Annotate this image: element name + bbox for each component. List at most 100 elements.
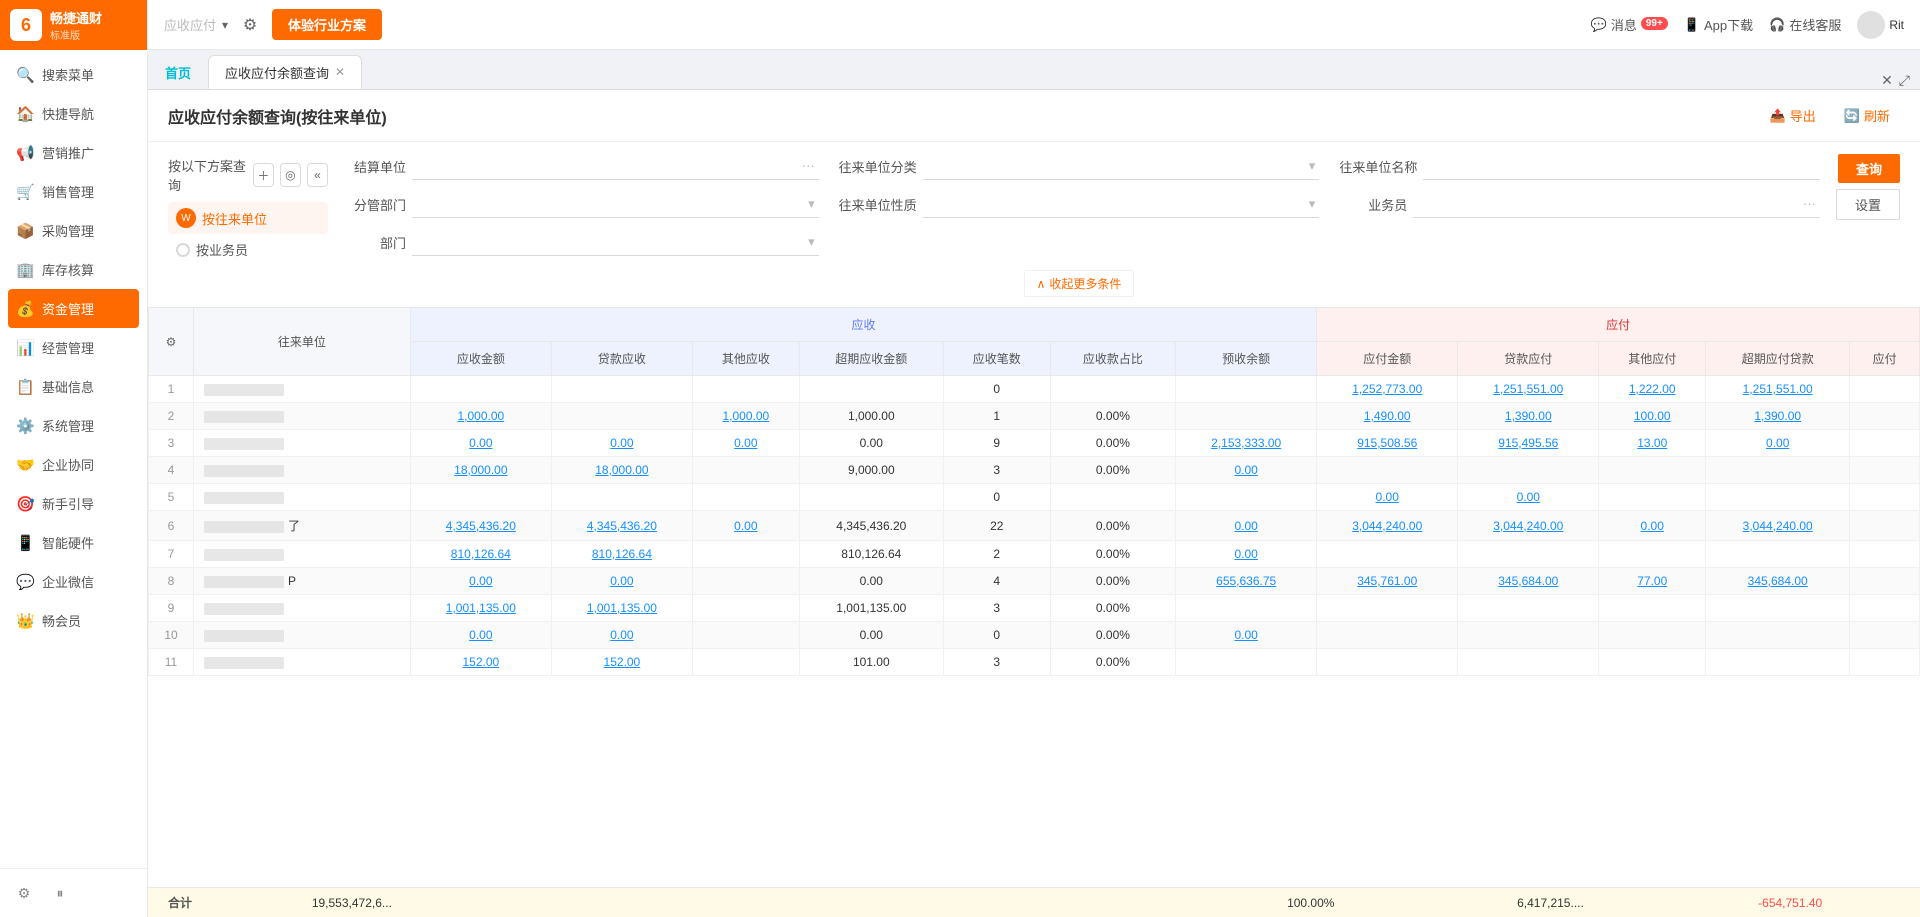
table-cell[interactable]: 1,000.00 bbox=[692, 403, 799, 430]
table-cell[interactable]: 0.00 bbox=[1176, 622, 1317, 649]
sidebar-item-hardware[interactable]: 📱 智能硬件 bbox=[0, 523, 147, 562]
sidebar-item-quicknav[interactable]: 🏠 快捷导航 bbox=[0, 94, 147, 133]
query-option-by-unit[interactable]: W 按往来单位 bbox=[168, 202, 328, 234]
table-cell[interactable]: 1,000.00 bbox=[410, 403, 551, 430]
table-cell[interactable]: 0.00 bbox=[1317, 484, 1458, 511]
table-cell: 101.00 bbox=[799, 649, 943, 676]
filter-add-btn[interactable]: ＋ bbox=[253, 163, 274, 187]
field-bumen-select[interactable]: ▾ bbox=[412, 228, 819, 256]
tab-receivables[interactable]: 应收应付余额查询 ✕ bbox=[208, 55, 362, 89]
refresh-button[interactable]: 🔄 刷新 bbox=[1834, 102, 1900, 129]
query-button[interactable]: 查询 bbox=[1838, 154, 1900, 183]
table-cell[interactable]: 1,390.00 bbox=[1706, 403, 1850, 430]
user-info[interactable]: Rit bbox=[1857, 11, 1904, 39]
sidebar-item-enterprise[interactable]: 🤝 企业协同 bbox=[0, 445, 147, 484]
table-cell[interactable]: 13.00 bbox=[1599, 430, 1706, 457]
header-message[interactable]: 💬 消息 99+ bbox=[1591, 15, 1668, 34]
th-yf-extra: 应付 bbox=[1850, 342, 1920, 376]
table-cell[interactable]: 1,251,551.00 bbox=[1706, 376, 1850, 403]
filter-back-btn[interactable]: « bbox=[307, 163, 328, 187]
table-cell[interactable]: 2,153,333.00 bbox=[1176, 430, 1317, 457]
table-cell[interactable]: 0.00 bbox=[551, 568, 692, 595]
query-option-by-staff[interactable]: 按业务员 bbox=[168, 234, 328, 265]
table-cell[interactable]: 1,490.00 bbox=[1317, 403, 1458, 430]
table-cell[interactable]: 0.00 bbox=[692, 511, 799, 541]
table-cell[interactable]: 0.00 bbox=[1706, 430, 1850, 457]
table-cell[interactable]: 18,000.00 bbox=[551, 457, 692, 484]
sidebar-item-finance[interactable]: 💰 资金管理 bbox=[8, 289, 139, 328]
table-cell[interactable]: 915,508.56 bbox=[1317, 430, 1458, 457]
field-jiesuan-input[interactable]: ··· bbox=[412, 152, 819, 180]
sidebar-item-guide[interactable]: 🎯 新手引导 bbox=[0, 484, 147, 523]
sidebar-item-system[interactable]: ⚙️ 系统管理 bbox=[0, 406, 147, 445]
table-cell[interactable]: 0.00 bbox=[1176, 457, 1317, 484]
sidebar-item-operations[interactable]: 📊 经营管理 bbox=[0, 328, 147, 367]
table-cell[interactable]: 100.00 bbox=[1599, 403, 1706, 430]
promo-button[interactable]: 体验行业方案 bbox=[272, 9, 382, 40]
sidebar-item-search[interactable]: 🔍 搜索菜单 bbox=[0, 55, 147, 94]
table-cell[interactable]: 0.00 bbox=[410, 622, 551, 649]
table-cell[interactable]: 0.00 bbox=[1458, 484, 1599, 511]
sidebar-item-purchase[interactable]: 📦 采购管理 bbox=[0, 211, 147, 250]
table-cell[interactable]: 345,684.00 bbox=[1458, 568, 1599, 595]
table-cell[interactable]: 3,044,240.00 bbox=[1706, 511, 1850, 541]
table-cell[interactable]: 0.00 bbox=[692, 430, 799, 457]
sidebar-label-basic: 基础信息 bbox=[42, 377, 94, 396]
table-cell[interactable]: 4,345,436.20 bbox=[410, 511, 551, 541]
table-cell[interactable]: 655,636.75 bbox=[1176, 568, 1317, 595]
field-wanglai-cat-select[interactable]: ▾ bbox=[923, 152, 1320, 180]
table-cell[interactable]: 0.00 bbox=[410, 430, 551, 457]
header-app-download[interactable]: 📱 App下载 bbox=[1684, 15, 1753, 34]
table-cell[interactable]: 1,251,551.00 bbox=[1458, 376, 1599, 403]
table-cell[interactable]: 0.00 bbox=[551, 430, 692, 457]
sidebar-item-marketing[interactable]: 📢 营销推广 bbox=[0, 133, 147, 172]
table-cell[interactable]: 810,126.64 bbox=[551, 541, 692, 568]
table-cell[interactable]: 1,001,135.00 bbox=[551, 595, 692, 622]
table-cell[interactable]: 345,684.00 bbox=[1706, 568, 1850, 595]
table-cell[interactable]: 1,001,135.00 bbox=[410, 595, 551, 622]
table-cell[interactable]: 77.00 bbox=[1599, 568, 1706, 595]
filter-target-btn[interactable]: ◎ bbox=[280, 163, 301, 187]
tab-maximize[interactable]: ⤢ bbox=[1899, 72, 1910, 89]
table-cell[interactable]: 18,000.00 bbox=[410, 457, 551, 484]
table-cell[interactable]: 345,761.00 bbox=[1317, 568, 1458, 595]
table-cell[interactable]: 3,044,240.00 bbox=[1317, 511, 1458, 541]
table-cell[interactable]: 4,345,436.20 bbox=[551, 511, 692, 541]
collapse-button[interactable]: ∧ 收起更多条件 bbox=[1024, 270, 1135, 297]
table-cell bbox=[1458, 649, 1599, 676]
header-settings-btn[interactable]: ⚙ bbox=[234, 9, 266, 41]
footer-collapse-btn[interactable]: ⏸ bbox=[46, 879, 74, 907]
table-cell[interactable]: 152.00 bbox=[410, 649, 551, 676]
table-config-btn[interactable]: ⚙ bbox=[159, 330, 183, 354]
table-cell[interactable]: 0.00 bbox=[551, 622, 692, 649]
sidebar-item-inventory[interactable]: 🏢 库存核算 bbox=[0, 250, 147, 289]
tab-home[interactable]: 首页 bbox=[148, 55, 208, 89]
footer-settings-btn[interactable]: ⚙ bbox=[10, 879, 38, 907]
field-wanglai-nature-select[interactable]: ▾ bbox=[923, 190, 1320, 218]
field-wanglai-name-input[interactable] bbox=[1423, 152, 1820, 180]
table-cell[interactable]: 3,044,240.00 bbox=[1458, 511, 1599, 541]
settings-button[interactable]: 设置 bbox=[1836, 189, 1900, 220]
table-cell[interactable]: 915,495.56 bbox=[1458, 430, 1599, 457]
table-cell[interactable]: 1,390.00 bbox=[1458, 403, 1599, 430]
field-yewuyuan-input[interactable]: ··· bbox=[1413, 190, 1820, 218]
table-cell[interactable]: 1,252,773.00 bbox=[1317, 376, 1458, 403]
table-cell[interactable]: 152.00 bbox=[551, 649, 692, 676]
export-button[interactable]: 📤 导出 bbox=[1760, 102, 1826, 129]
sidebar-item-basic[interactable]: 📋 基础信息 bbox=[0, 367, 147, 406]
table-cell[interactable]: 0.00 bbox=[1176, 541, 1317, 568]
header-dropdown[interactable]: ▾ bbox=[222, 18, 228, 32]
sidebar-item-member[interactable]: 👑 畅会员 bbox=[0, 601, 147, 640]
tab-close-icon[interactable]: ✕ bbox=[335, 65, 345, 79]
table-cell[interactable]: 0.00 bbox=[410, 568, 551, 595]
table-cell[interactable]: 1,222.00 bbox=[1599, 376, 1706, 403]
sidebar-item-wechat[interactable]: 💬 企业微信 bbox=[0, 562, 147, 601]
sidebar-item-sales[interactable]: 🛒 销售管理 bbox=[0, 172, 147, 211]
table-cell[interactable]: 0.00 bbox=[1176, 511, 1317, 541]
table-cell[interactable]: 0.00 bbox=[1599, 511, 1706, 541]
tab-close-window[interactable]: ✕ bbox=[1881, 72, 1893, 89]
table-cell[interactable]: 810,126.64 bbox=[410, 541, 551, 568]
header-online-service[interactable]: 🎧 在线客服 bbox=[1769, 15, 1841, 34]
field-fenguan-select[interactable]: ▾ bbox=[412, 190, 819, 218]
table-wrapper[interactable]: ⚙ 往来单位 应收 应付 应收金额 贷款应收 其他应收 超期应收金额 应收笔数 … bbox=[148, 307, 1920, 887]
